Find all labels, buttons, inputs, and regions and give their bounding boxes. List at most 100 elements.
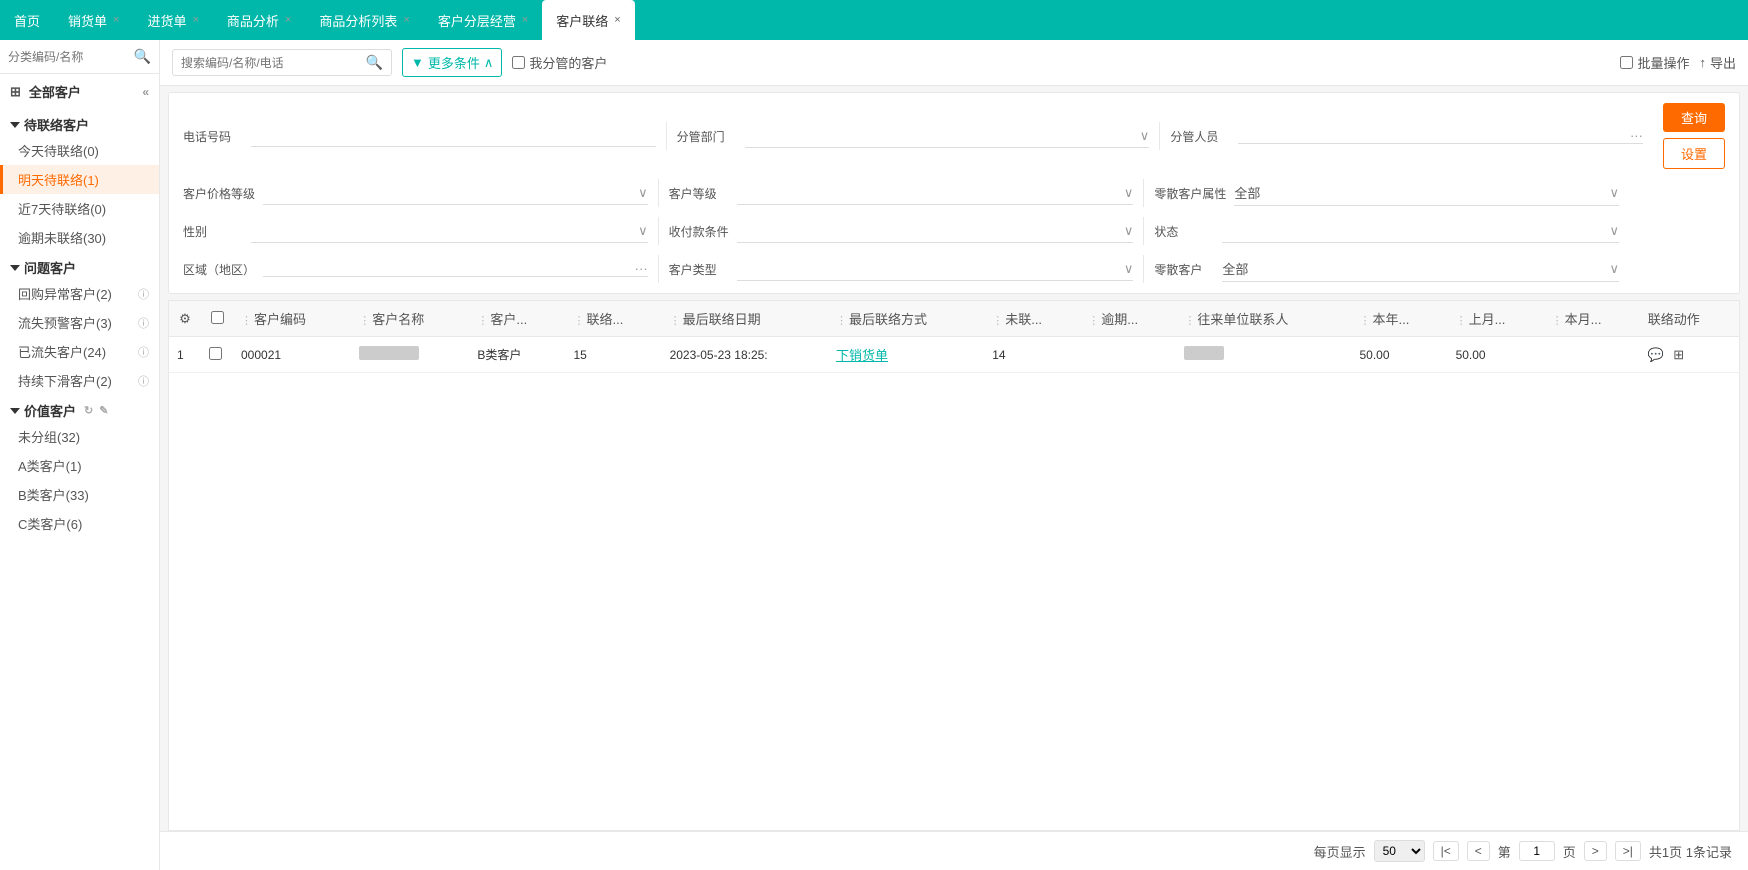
- per-page-select[interactable]: 50 100 200: [1374, 840, 1425, 862]
- my-customers-checkbox-label[interactable]: 我分管的客户: [512, 53, 607, 72]
- sidebar-all-customers[interactable]: ⊞ 全部客户 «: [0, 74, 159, 109]
- value-section-label: 价值客户 ↻ ✎: [0, 395, 159, 422]
- filter-status: 状态 ∨: [1154, 220, 1619, 243]
- filter-gender: 性别 ∨: [183, 220, 648, 243]
- cell-this-month: [1544, 337, 1640, 373]
- per-page-label: 每页显示: [1314, 842, 1366, 861]
- nav-tab-5[interactable]: 客户联络 ×: [542, 0, 634, 40]
- search-box[interactable]: 🔍: [172, 49, 392, 76]
- row-checkbox[interactable]: [209, 347, 222, 360]
- sidebar-item-today[interactable]: 今天待联络(0): [0, 136, 159, 165]
- col-unit-contacts: ⋮往来单位联系人: [1176, 301, 1351, 337]
- close-tab-4-icon[interactable]: ×: [522, 14, 528, 26]
- cell-category: B类客户: [469, 337, 565, 373]
- sidebar-item-churned[interactable]: 已流失客户(24) ⓘ: [0, 337, 159, 366]
- collapse-sidebar-icon[interactable]: «: [142, 85, 149, 99]
- sidebar-item-b-class[interactable]: B类客户(33): [0, 480, 159, 509]
- first-page-btn[interactable]: |<: [1433, 841, 1459, 861]
- batch-op-btn[interactable]: 批量操作: [1620, 53, 1689, 72]
- close-tab-0-icon[interactable]: ×: [113, 14, 119, 26]
- region-dots-icon[interactable]: ···: [635, 261, 648, 276]
- select-all-checkbox[interactable]: [211, 311, 224, 324]
- cell-action: 💬 ⊞: [1640, 337, 1739, 373]
- cell-unit-contacts: [1176, 337, 1351, 373]
- nav-tab-0[interactable]: 销货单 ×: [54, 0, 133, 40]
- my-customers-checkbox[interactable]: [512, 56, 525, 69]
- level-select[interactable]: ∨: [737, 182, 1134, 205]
- action-more-icon[interactable]: ⊞: [1673, 347, 1684, 362]
- last-method-link[interactable]: 下销货单: [836, 348, 888, 363]
- info-icon-0: ⓘ: [138, 286, 149, 302]
- close-tab-1-icon[interactable]: ×: [192, 14, 198, 26]
- close-tab-5-icon[interactable]: ×: [614, 14, 620, 26]
- sidebar-item-tomorrow[interactable]: 明天待联络(1): [0, 165, 159, 194]
- data-table-container: ⚙ ⋮客户编码 ⋮客户名称 ⋮客户... ⋮联络... ⋮最后联络日期 ⋮最后联…: [168, 300, 1740, 831]
- more-conditions-btn[interactable]: ▼ 更多条件 ∧: [402, 48, 502, 77]
- col-overdue: ⋮逾期...: [1080, 301, 1176, 337]
- unit-contacts-blurred: [1184, 346, 1224, 360]
- settings-icon[interactable]: ⚙: [179, 311, 191, 326]
- close-tab-3-icon[interactable]: ×: [403, 14, 409, 26]
- phone-input[interactable]: [251, 126, 656, 147]
- sidebar-item-a-class[interactable]: A类客户(1): [0, 451, 159, 480]
- sidebar-search-box[interactable]: 🔍: [0, 40, 159, 74]
- query-button[interactable]: 查询: [1663, 103, 1725, 132]
- cell-no: 1: [169, 337, 201, 373]
- info-icon-1: ⓘ: [138, 315, 149, 331]
- manager-dots-icon[interactable]: ···: [1630, 128, 1643, 143]
- main-search-input[interactable]: [181, 56, 366, 70]
- divider-2: [1159, 122, 1160, 150]
- retail-customer-label: 零散客户: [1154, 261, 1214, 278]
- action-comment-icon[interactable]: 💬: [1648, 347, 1664, 362]
- retail-attr-select[interactable]: 全部 ∨: [1234, 180, 1619, 206]
- dept-select[interactable]: ∨: [745, 125, 1150, 148]
- grid-icon: ⊞: [10, 84, 21, 100]
- nav-tab-3[interactable]: 商品分析列表 ×: [305, 0, 423, 40]
- settings-button[interactable]: 设置: [1663, 138, 1725, 169]
- page-input[interactable]: [1519, 841, 1555, 861]
- cell-last-month: 50.00: [1448, 337, 1544, 373]
- status-select[interactable]: ∨: [1222, 220, 1619, 243]
- next-page-btn[interactable]: >: [1584, 841, 1607, 861]
- filter-customer-type: 客户类型 ∨: [669, 258, 1134, 281]
- filter-manager: 分管人员 ···: [1170, 128, 1643, 145]
- page-label: 第: [1498, 842, 1511, 861]
- filter-dept: 分管部门 ∨: [677, 125, 1150, 148]
- sidebar-item-churn-warning[interactable]: 流失预警客户(3) ⓘ: [0, 308, 159, 337]
- last-page-btn[interactable]: >|: [1615, 841, 1641, 861]
- sidebar-item-ungrouped[interactable]: 未分组(32): [0, 422, 159, 451]
- payment-chevron-icon: ∨: [1124, 223, 1134, 239]
- problem-section-label: 问题客户: [0, 252, 159, 279]
- divider-1: [666, 122, 667, 150]
- nav-tab-1[interactable]: 进货单 ×: [133, 0, 212, 40]
- customer-type-select[interactable]: ∨: [737, 258, 1134, 281]
- refresh-icon[interactable]: ↻: [84, 404, 93, 417]
- price-select[interactable]: ∨: [263, 182, 648, 205]
- col-uncontacted: ⋮未联...: [984, 301, 1080, 337]
- sidebar-item-c-class[interactable]: C类客户(6): [0, 509, 159, 538]
- payment-select[interactable]: ∨: [737, 220, 1134, 243]
- retail-customer-select[interactable]: 全部 ∨: [1222, 256, 1619, 282]
- nav-tab-2[interactable]: 商品分析 ×: [213, 0, 305, 40]
- col-checkbox: [201, 301, 233, 337]
- customer-type-chevron-icon: ∨: [1124, 261, 1134, 277]
- price-label: 客户价格等级: [183, 185, 255, 202]
- close-tab-2-icon[interactable]: ×: [285, 14, 291, 26]
- nav-home[interactable]: 首页: [0, 0, 54, 40]
- sidebar-search-icon[interactable]: 🔍: [134, 48, 151, 65]
- triangle-icon-3: [10, 408, 20, 414]
- gender-select[interactable]: ∨: [251, 220, 648, 243]
- main-search-icon[interactable]: 🔍: [366, 54, 383, 71]
- nav-tab-4[interactable]: 客户分层经营 ×: [424, 0, 542, 40]
- sidebar-item-overdue[interactable]: 逾期未联络(30): [0, 223, 159, 252]
- export-btn[interactable]: ↑ 导出: [1699, 53, 1736, 72]
- col-last-method: ⋮最后联络方式: [828, 301, 984, 337]
- sidebar-search-input[interactable]: [8, 50, 134, 64]
- batch-op-checkbox[interactable]: [1620, 56, 1633, 69]
- edit-icon[interactable]: ✎: [99, 404, 108, 417]
- prev-page-btn[interactable]: <: [1467, 841, 1490, 861]
- sidebar-item-7days[interactable]: 近7天待联络(0): [0, 194, 159, 223]
- sidebar-item-repurchase[interactable]: 回购异常客户(2) ⓘ: [0, 279, 159, 308]
- sidebar-item-declining[interactable]: 持续下滑客户(2) ⓘ: [0, 366, 159, 395]
- filter-area: 电话号码 分管部门 ∨ 分管人员 ···: [168, 92, 1740, 294]
